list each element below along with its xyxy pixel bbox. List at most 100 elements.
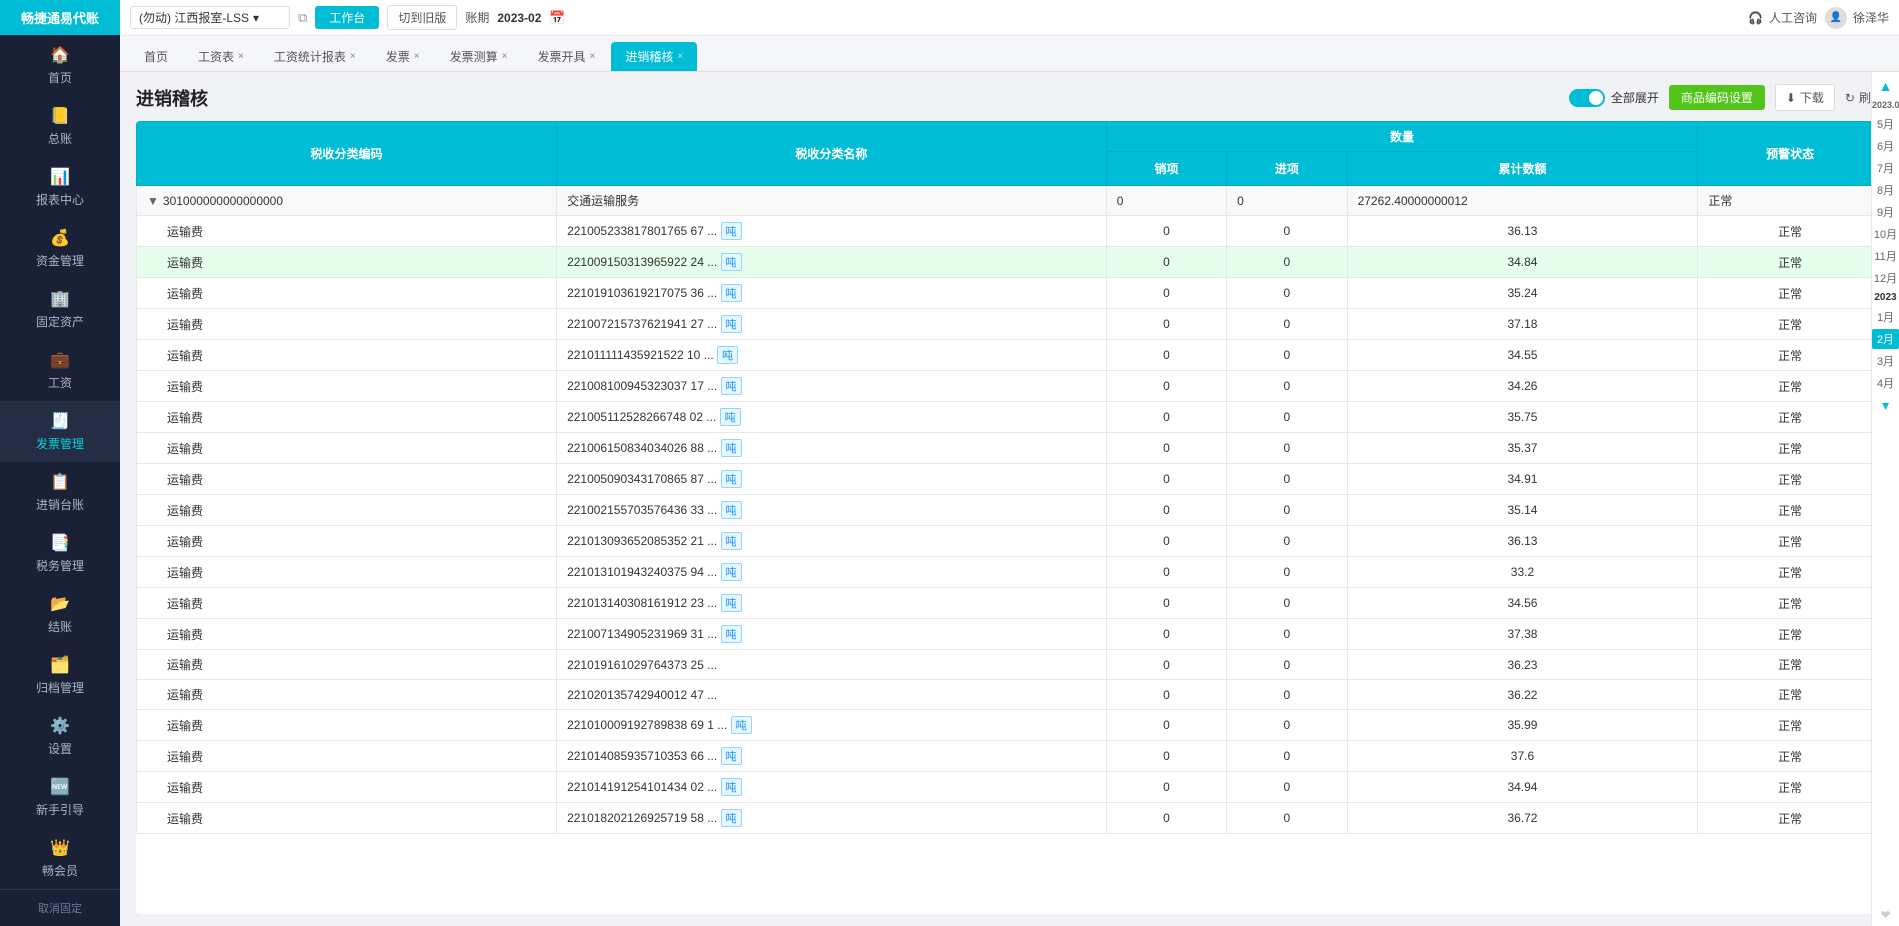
- th-quantity: 数量: [1106, 122, 1698, 152]
- month-11[interactable]: 11月: [1872, 246, 1899, 266]
- tab-salary-report-close[interactable]: ×: [350, 51, 356, 62]
- td-name: 运输费: [137, 619, 557, 650]
- month-6[interactable]: 6月: [1872, 136, 1899, 156]
- calendar-icon[interactable]: 📅: [549, 10, 565, 26]
- company-selector[interactable]: (勿动) 江西报室-LSS ▾: [130, 6, 290, 29]
- td-invoice: 221018202126925719 58 ... 吨: [557, 803, 1107, 834]
- td-sale: 0: [1106, 340, 1226, 371]
- td-name: 运输费: [137, 741, 557, 772]
- panel-icon[interactable]: ❤: [1880, 907, 1890, 926]
- tab-invoice-calc-close[interactable]: ×: [502, 51, 508, 62]
- td-status: 正常: [1698, 216, 1883, 247]
- td-purchase: 0: [1227, 216, 1347, 247]
- td-purchase: 0: [1227, 186, 1347, 216]
- tab-home[interactable]: 首页: [130, 42, 182, 71]
- tag: 吨: [721, 501, 742, 519]
- tab-purchase-reconcile[interactable]: 进销稽核 ×: [611, 42, 697, 71]
- download-button[interactable]: ⬇ 下载: [1775, 84, 1835, 111]
- tag: 吨: [717, 346, 738, 364]
- td-sale: 0: [1106, 216, 1226, 247]
- td-purchase: 0: [1227, 340, 1347, 371]
- td-purchase: 0: [1227, 650, 1347, 680]
- td-total: 34.26: [1347, 371, 1698, 402]
- tab-invoice-issue-close[interactable]: ×: [589, 51, 595, 62]
- support-label[interactable]: 人工咨询: [1769, 9, 1817, 26]
- month-10[interactable]: 10月: [1872, 224, 1899, 244]
- copy-icon[interactable]: ⧉: [298, 10, 307, 26]
- td-status: 正常: [1698, 741, 1883, 772]
- sidebar-item-vip[interactable]: 👑 畅会员: [0, 828, 120, 889]
- tab-salary-table[interactable]: 工资表 ×: [184, 42, 258, 71]
- tab-salary-table-close[interactable]: ×: [238, 51, 244, 62]
- sidebar-item-guide[interactable]: 🆕 新手引导: [0, 767, 120, 828]
- sidebar-item-salary[interactable]: 💼 工资: [0, 340, 120, 401]
- sidebar-item-settings[interactable]: ⚙️ 设置: [0, 706, 120, 767]
- sidebar-item-purchase-ledger[interactable]: 📋 进销台账: [0, 462, 120, 523]
- td-invoice: 221019103619217075 36 ... 吨: [557, 278, 1107, 309]
- nav-up[interactable]: ▲: [1879, 76, 1893, 96]
- td-status: 正常: [1698, 464, 1883, 495]
- switch-version-button[interactable]: 切到旧版: [387, 5, 457, 30]
- tab-invoice[interactable]: 发票 ×: [372, 42, 434, 71]
- td-status: 正常: [1698, 526, 1883, 557]
- settings-button[interactable]: 商品编码设置: [1669, 85, 1765, 110]
- month-1[interactable]: 1月: [1872, 307, 1899, 327]
- tab-salary-report[interactable]: 工资统计报表 ×: [260, 42, 370, 71]
- month-5[interactable]: 5月: [1872, 114, 1899, 134]
- sidebar-item-ledger[interactable]: 📒 总账: [0, 96, 120, 157]
- td-invoice: 221013101943240375 94 ... 吨: [557, 557, 1107, 588]
- sidebar-item-tax[interactable]: 📑 税务管理: [0, 523, 120, 584]
- main-area: (勿动) 江西报室-LSS ▾ ⧉ 工作台 切到旧版 账期 2023-02 📅 …: [120, 0, 1899, 926]
- sidebar-item-reports[interactable]: 📊 报表中心: [0, 157, 120, 218]
- th-sale: 销项: [1106, 152, 1226, 186]
- download-label: 下载: [1800, 89, 1824, 106]
- expand-icon[interactable]: ▼: [147, 194, 159, 208]
- td-total: 36.13: [1347, 526, 1698, 557]
- workbench-button[interactable]: 工作台: [315, 6, 379, 29]
- month-9[interactable]: 9月: [1872, 202, 1899, 222]
- expand-toggle[interactable]: [1569, 89, 1605, 107]
- td-status: 正常: [1698, 433, 1883, 464]
- month-2-current[interactable]: 2月: [1872, 329, 1899, 349]
- td-invoice: 221005090343170865 87 ... 吨: [557, 464, 1107, 495]
- nav-down[interactable]: ▾: [1882, 395, 1889, 416]
- sidebar-item-checkout[interactable]: 📂 结账: [0, 584, 120, 645]
- sidebar-item-finance[interactable]: 💰 资金管理: [0, 218, 120, 279]
- tab-invoice-calc[interactable]: 发票测算 ×: [436, 42, 522, 71]
- sidebar-item-label: 税务管理: [36, 557, 84, 574]
- sidebar-item-invoice-mgmt[interactable]: 🧾 发票管理: [0, 401, 120, 462]
- td-total: 34.55: [1347, 340, 1698, 371]
- page-title: 进销稽核: [136, 85, 208, 111]
- td-purchase: 0: [1227, 803, 1347, 834]
- reports-icon: 📊: [50, 167, 70, 187]
- td-sale: 0: [1106, 619, 1226, 650]
- month-12[interactable]: 12月: [1872, 268, 1899, 288]
- toggle-wrap: 全部展开: [1569, 89, 1659, 107]
- td-status: 正常: [1698, 247, 1883, 278]
- month-7[interactable]: 7月: [1872, 158, 1899, 178]
- td-purchase: 0: [1227, 619, 1347, 650]
- tab-invoice-close[interactable]: ×: [414, 51, 420, 62]
- tab-invoice-issue[interactable]: 发票开具 ×: [523, 42, 609, 71]
- user-name[interactable]: 徐泽华: [1853, 9, 1889, 26]
- assets-icon: 🏢: [50, 289, 70, 309]
- td-invoice: 221005112528266748 02 ... 吨: [557, 402, 1107, 433]
- sidebar-item-label: 结账: [48, 618, 72, 635]
- month-8[interactable]: 8月: [1872, 180, 1899, 200]
- td-invoice: 221013093652085352 21 ... 吨: [557, 526, 1107, 557]
- td-name: 运输费: [137, 433, 557, 464]
- td-name: 运输费: [137, 710, 557, 741]
- sidebar-item-assets[interactable]: 🏢 固定资产: [0, 279, 120, 340]
- td-total: 27262.40000000012: [1347, 186, 1698, 216]
- tab-purchase-reconcile-label: 进销稽核: [625, 48, 673, 65]
- sidebar-unpin[interactable]: 取消固定: [0, 889, 120, 926]
- sidebar-item-archive[interactable]: 🗂️ 归档管理: [0, 645, 120, 706]
- tab-purchase-reconcile-close[interactable]: ×: [677, 51, 683, 62]
- month-4[interactable]: 4月: [1872, 373, 1899, 393]
- sidebar-item-home[interactable]: 🏠 首页: [0, 35, 120, 96]
- td-name: 运输费: [137, 557, 557, 588]
- th-purchase: 进项: [1227, 152, 1347, 186]
- td-total: 37.18: [1347, 309, 1698, 340]
- sidebar-item-label: 首页: [48, 69, 72, 86]
- month-3[interactable]: 3月: [1872, 351, 1899, 371]
